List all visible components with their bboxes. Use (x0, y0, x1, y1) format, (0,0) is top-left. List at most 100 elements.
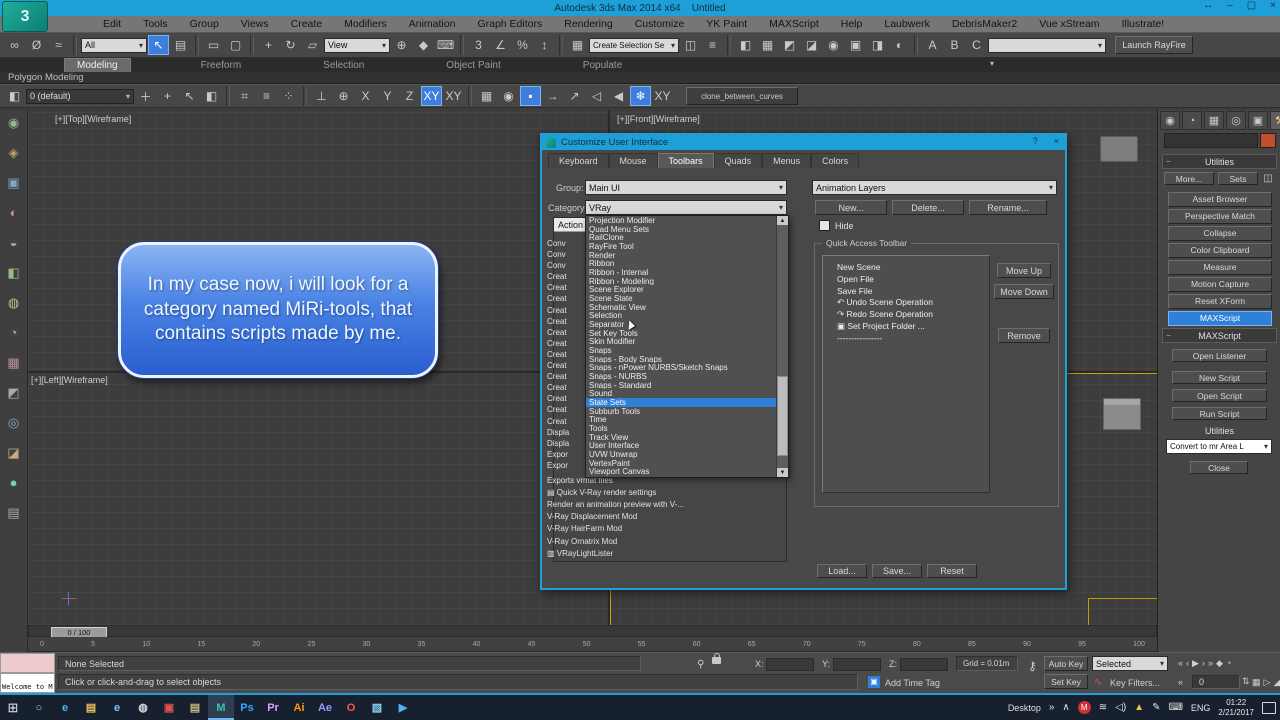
category-option[interactable]: State Sets (586, 398, 777, 407)
y-coord-field[interactable] (833, 658, 881, 671)
action-row[interactable]: Creat (547, 372, 574, 383)
axis-x[interactable]: X (355, 86, 376, 106)
illustrator-icon[interactable]: Ai (286, 695, 312, 720)
category-option[interactable]: Separator (586, 320, 777, 329)
render-preset-a-icon[interactable]: A (922, 35, 943, 55)
layer-list-icon[interactable]: ◧ (4, 86, 25, 106)
auto-key-button[interactable]: Auto Key (1044, 656, 1088, 671)
close-utility-button[interactable]: Close (1190, 461, 1248, 474)
utility-button[interactable]: MAXScript (1168, 311, 1272, 326)
render-production-icon[interactable]: ◐ (889, 35, 910, 55)
minimize-button[interactable]: – (1227, 0, 1233, 11)
viewport-label-front[interactable]: [+][Front][Wireframe] (617, 114, 700, 124)
utility-button[interactable]: Measure (1168, 260, 1272, 275)
open-script-button[interactable]: Open Script (1172, 389, 1267, 402)
script-icon-13[interactable]: ● (10, 476, 18, 489)
action-row[interactable]: V-Ray Ornatrix Mod (547, 535, 774, 547)
clock[interactable]: 01:22 2/21/2017 (1218, 698, 1254, 718)
quick-access-item[interactable]: Save File (829, 286, 989, 298)
load-button[interactable]: Load... (817, 564, 867, 578)
category-option[interactable]: Scene State (586, 294, 777, 303)
menu-item[interactable]: Help (830, 18, 874, 30)
category-option[interactable]: Viewport Canvas (586, 467, 777, 476)
viewport-label-top[interactable]: [+][Top][Wireframe] (55, 114, 131, 124)
tray-chevron-icon[interactable]: ∧ (1062, 702, 1069, 713)
utility-button[interactable]: Asset Browser (1168, 192, 1272, 207)
snap-pivot-icon[interactable]: ◉ (498, 86, 519, 106)
run-script-button[interactable]: Run Script (1172, 407, 1267, 420)
script-icon-9[interactable]: ▦ (7, 356, 19, 369)
action-row[interactable]: Conv (547, 261, 574, 272)
menu-item[interactable]: DebrisMaker2 (941, 18, 1028, 30)
app-red-icon[interactable]: ▣ (156, 695, 182, 720)
toolbar-select-combo[interactable]: Animation Layers ▾ (812, 180, 1057, 195)
dialog-tab[interactable]: Mouse (608, 153, 658, 168)
ribbon-tab[interactable]: Populate (571, 59, 634, 72)
angle-snap-icon[interactable]: ∠ (490, 35, 511, 55)
rename-toolbar-button[interactable]: Rename... (969, 200, 1047, 215)
action-row[interactable]: Expor (547, 461, 574, 472)
mini-curve-editor-icon[interactable]: ▦ (1252, 677, 1261, 688)
category-option[interactable]: Snaps - nPower NURBS/Sketch Snaps (586, 363, 777, 372)
category-option[interactable]: Tools (586, 424, 777, 433)
app-menu-button[interactable]: 3 (2, 1, 48, 32)
scroll-down-icon[interactable]: ▼ (777, 468, 788, 477)
category-combo[interactable]: VRay ▾ (585, 200, 787, 215)
frame-spinner[interactable]: ⇅ (1242, 676, 1250, 687)
isolate-selection-icon[interactable]: ⚲ (697, 659, 704, 670)
menu-item[interactable]: Modifiers (333, 18, 398, 30)
clone-between-curves-button[interactable]: clone_between_curves (686, 87, 798, 105)
category-option[interactable]: UVW Unwrap (586, 450, 777, 459)
percent-snap-icon[interactable]: % (512, 35, 533, 55)
axis-xy[interactable]: XY (421, 86, 442, 106)
action-row[interactable]: Render an animation preview with V-... (547, 498, 774, 510)
new-script-button[interactable]: New Script (1172, 371, 1267, 384)
action-row[interactable]: Creat (547, 361, 574, 372)
mirror-icon[interactable]: ◫ (680, 35, 701, 55)
category-option[interactable]: Track View (586, 433, 777, 442)
selection-set-key-combo[interactable]: Selected ▾ (1092, 656, 1168, 671)
transform-center-icon[interactable]: ⊕ (333, 86, 354, 106)
action-center-icon[interactable] (1262, 701, 1276, 714)
select-and-link-icon[interactable]: ∞ (4, 35, 25, 55)
action-row[interactable]: ▤ Quick V-Ray render settings (547, 486, 774, 498)
category-option[interactable]: Scene Explorer (586, 285, 777, 294)
spinner-snap-icon[interactable]: ↕ (534, 35, 555, 55)
display-tab-icon[interactable]: ▣ (1248, 111, 1268, 130)
snap-vertex-icon[interactable]: ▪ (520, 86, 541, 106)
action-row[interactable]: Conv (547, 239, 574, 250)
time-tag-icon[interactable]: ▣ (868, 676, 880, 688)
action-row[interactable]: Creat (547, 417, 574, 428)
edge-icon[interactable]: e (52, 695, 78, 720)
quick-access-item[interactable]: ↶ Undo Scene Operation (829, 297, 989, 309)
prev-frame-icon[interactable]: ‹ (1186, 658, 1189, 669)
utility-button[interactable]: Reset XForm (1168, 294, 1272, 309)
go-to-end-icon[interactable]: » (1208, 658, 1213, 669)
category-option[interactable]: Snaps - Standard (586, 381, 777, 390)
menu-item[interactable]: Tools (132, 18, 179, 30)
go-to-start-icon[interactable]: « (1178, 658, 1183, 669)
action-row[interactable]: Creat (547, 383, 574, 394)
move-down-button[interactable]: Move Down (994, 284, 1054, 299)
action-row[interactable]: Creat (547, 306, 574, 317)
script-icon-5[interactable]: ◒ (10, 236, 18, 249)
wifi-icon[interactable]: ≋ (1099, 702, 1107, 713)
script-icon-7[interactable]: ◍ (8, 296, 19, 309)
ribbon-tab[interactable]: Freeform (189, 59, 254, 72)
dialog-tab[interactable]: Toolbars (657, 153, 714, 168)
menu-item[interactable]: MAXScript (758, 18, 830, 30)
drive-icon[interactable]: ▲ (1134, 702, 1144, 713)
script-icon-11[interactable]: ◎ (8, 416, 19, 429)
snap-grid-icon[interactable]: ▦ (476, 86, 497, 106)
ribbon-tab[interactable]: Object Paint (434, 59, 512, 72)
category-option[interactable]: Sound (586, 389, 777, 398)
axis-xy-n[interactable]: XY (443, 86, 464, 106)
play-selected-icon[interactable]: ▷ (1264, 677, 1271, 688)
select-object-icon[interactable]: ↖ (148, 35, 169, 55)
ribbon-tab[interactable]: Modeling (64, 58, 131, 72)
named-selection-combo[interactable]: Create Selection Se ▾ (589, 37, 679, 53)
maxscript-utility-combo[interactable]: Convert to mr Area L ▾ (1166, 439, 1272, 454)
select-and-move-icon[interactable]: + (258, 35, 279, 55)
keyboard-override-icon[interactable]: ⌨ (435, 35, 456, 55)
snap-edge-icon[interactable]: ◀ (608, 86, 629, 106)
